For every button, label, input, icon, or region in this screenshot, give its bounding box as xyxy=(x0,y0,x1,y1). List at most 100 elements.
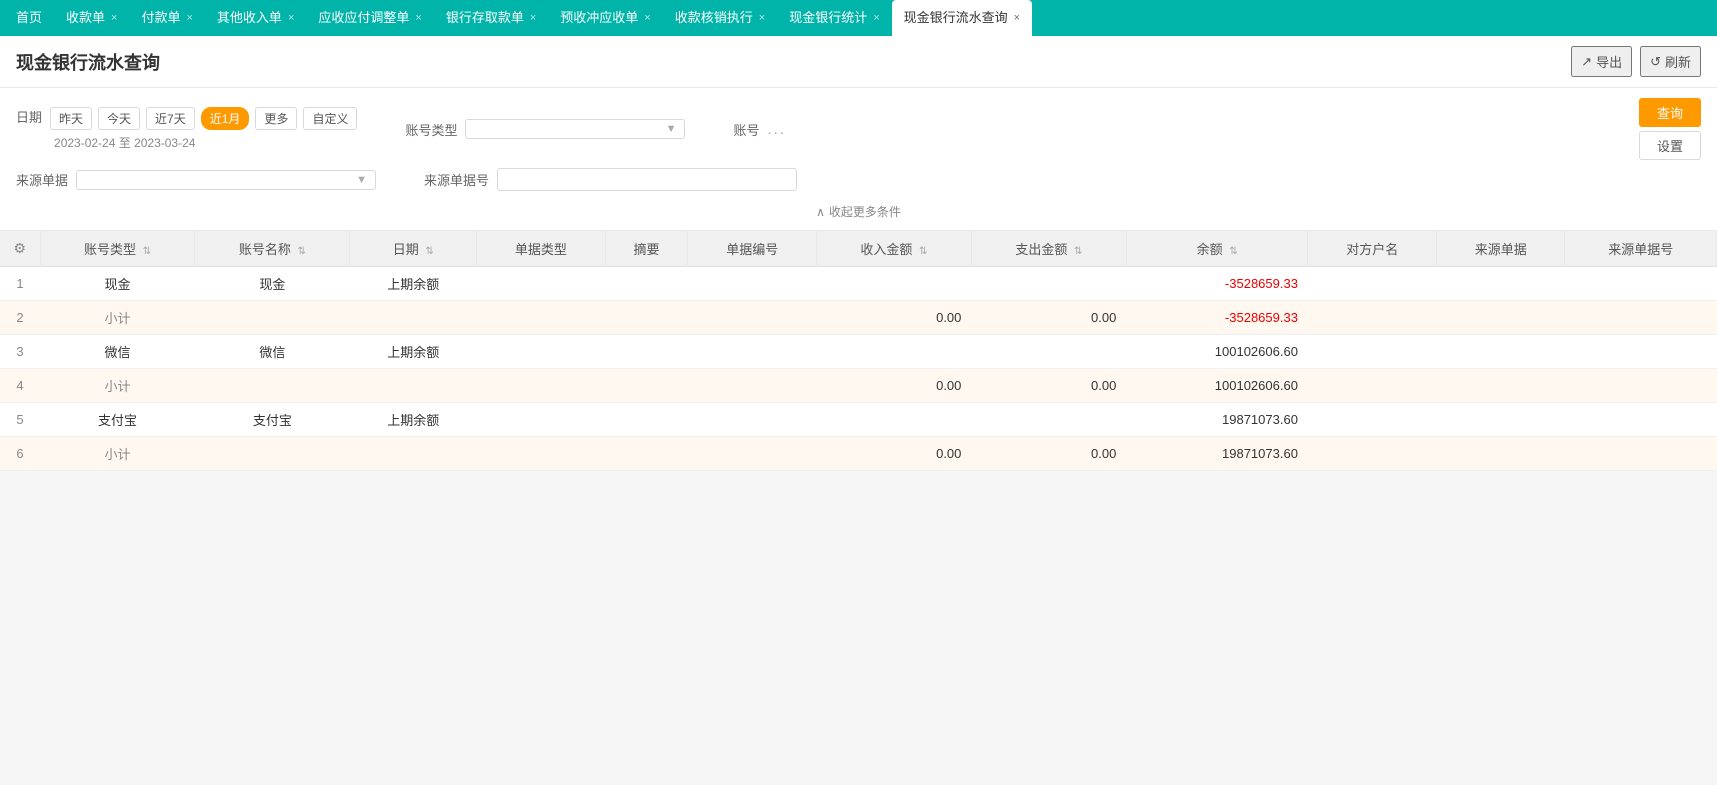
source-doc-no-input[interactable] xyxy=(497,168,797,191)
account-type-label: 账号类型 xyxy=(405,120,457,139)
col-source-doc-no: 来源单据号 xyxy=(1565,231,1717,267)
cell-summary xyxy=(605,335,688,369)
cell-account-type: 小计 xyxy=(40,437,195,471)
col-summary: 摘要 xyxy=(605,231,688,267)
date-filter-group: 日期 昨天 今天 近7天 近1月 更多 自定义 2023-02-24 至 202… xyxy=(16,107,357,151)
nav-verify[interactable]: 收款核销执行 × xyxy=(663,0,777,36)
col-income[interactable]: 收入金额 ⇅ xyxy=(816,231,971,267)
cell-income: 0.00 xyxy=(816,301,971,335)
nav-prepay[interactable]: 预收冲应收单 × xyxy=(548,0,662,36)
export-button[interactable]: ↗ 导出 xyxy=(1571,46,1632,77)
cell-account-type: 支付宝 xyxy=(40,403,195,437)
cell-date xyxy=(350,301,477,335)
cell-expense xyxy=(971,403,1126,437)
refresh-button[interactable]: ↺ 刷新 xyxy=(1640,46,1701,77)
date-btn-more[interactable]: 更多 xyxy=(255,107,297,130)
close-receipt-icon[interactable]: × xyxy=(111,0,117,36)
date-btn-7days[interactable]: 近7天 xyxy=(146,107,195,130)
collapse-up-icon: ∧ xyxy=(816,205,825,219)
sort-account-name-icon: ⇅ xyxy=(298,246,306,257)
nav-payment[interactable]: 付款单 × xyxy=(129,0,204,36)
collapse-bar[interactable]: ∧ 收起更多条件 xyxy=(16,199,1701,224)
settings-button[interactable]: 设置 xyxy=(1639,131,1701,160)
nav-home[interactable]: 首页 xyxy=(4,0,54,36)
col-balance[interactable]: 余额 ⇅ xyxy=(1126,231,1308,267)
nav-bank-stat[interactable]: 现金银行统计 × xyxy=(777,0,891,36)
col-expense[interactable]: 支出金额 ⇅ xyxy=(971,231,1126,267)
date-btn-yesterday[interactable]: 昨天 xyxy=(50,107,92,130)
close-bank-flow-icon[interactable]: × xyxy=(1014,0,1020,36)
cell-balance: 19871073.60 xyxy=(1126,437,1308,471)
source-doc-select[interactable]: ▼ xyxy=(76,170,376,190)
cell-income xyxy=(816,267,971,301)
query-button[interactable]: 查询 xyxy=(1639,98,1701,127)
cell-source-doc xyxy=(1436,403,1565,437)
cell-source-doc-no xyxy=(1565,267,1717,301)
refresh-icon: ↺ xyxy=(1650,54,1661,70)
close-other-income-icon[interactable]: × xyxy=(288,0,294,36)
cell-source-doc-no xyxy=(1565,403,1717,437)
account-type-arrow-icon: ▼ xyxy=(666,123,677,135)
cell-num: 3 xyxy=(0,335,40,369)
action-buttons: 查询 设置 xyxy=(1639,98,1701,160)
nav-receipt[interactable]: 收款单 × xyxy=(54,0,129,36)
cell-income: 0.00 xyxy=(816,369,971,403)
cell-account-name: 现金 xyxy=(195,267,350,301)
cell-doc-type xyxy=(477,301,606,335)
close-payment-icon[interactable]: × xyxy=(186,0,192,36)
cell-source-doc xyxy=(1436,369,1565,403)
col-account-name[interactable]: 账号名称 ⇅ xyxy=(195,231,350,267)
account-dots[interactable]: ... xyxy=(767,121,786,138)
close-bank-stat-icon[interactable]: × xyxy=(873,0,879,36)
cell-income xyxy=(816,403,971,437)
cell-account-type: 小计 xyxy=(40,369,195,403)
table-row: 6小计0.000.0019871073.60 xyxy=(0,437,1717,471)
date-btn-custom[interactable]: 自定义 xyxy=(303,107,357,130)
cell-num: 5 xyxy=(0,403,40,437)
cell-doc-type xyxy=(477,369,606,403)
cell-account-type: 现金 xyxy=(40,267,195,301)
date-btn-1month[interactable]: 近1月 xyxy=(201,107,250,130)
cell-doc-type xyxy=(477,437,606,471)
cell-summary xyxy=(605,403,688,437)
close-bank-deposit-icon[interactable]: × xyxy=(530,0,536,36)
cell-num: 1 xyxy=(0,267,40,301)
nav-adjustment[interactable]: 应收应付调整单 × xyxy=(306,0,433,36)
col-account-type[interactable]: 账号类型 ⇅ xyxy=(40,231,195,267)
date-btn-today[interactable]: 今天 xyxy=(98,107,140,130)
gear-icon[interactable]: ⚙ xyxy=(13,240,26,256)
sort-date-icon: ⇅ xyxy=(425,246,433,257)
close-adjustment-icon[interactable]: × xyxy=(415,0,421,36)
page-title: 现金银行流水查询 xyxy=(16,49,160,75)
cell-account-name xyxy=(195,437,350,471)
source-doc-no-filter: 来源单据号 xyxy=(424,168,797,191)
cell-date xyxy=(350,369,477,403)
filter-row-1: 日期 昨天 今天 近7天 近1月 更多 自定义 2023-02-24 至 202… xyxy=(16,98,1701,160)
cell-date: 上期余额 xyxy=(350,267,477,301)
close-prepay-icon[interactable]: × xyxy=(644,0,650,36)
page-header: 现金银行流水查询 ↗ 导出 ↺ 刷新 xyxy=(0,36,1717,88)
cell-source-doc xyxy=(1436,267,1565,301)
cell-doc-type xyxy=(477,267,606,301)
col-date[interactable]: 日期 ⇅ xyxy=(350,231,477,267)
table-header-row: ⚙ 账号类型 ⇅ 账号名称 ⇅ 日期 ⇅ 单据类型 摘要 单据编号 xyxy=(0,231,1717,267)
date-range: 2023-02-24 至 2023-03-24 xyxy=(54,134,357,151)
cell-expense xyxy=(971,267,1126,301)
nav-bank-deposit[interactable]: 银行存取款单 × xyxy=(434,0,548,36)
cell-balance: 19871073.60 xyxy=(1126,403,1308,437)
close-verify-icon[interactable]: × xyxy=(759,0,765,36)
cell-balance: 100102606.60 xyxy=(1126,335,1308,369)
cell-doc-type xyxy=(477,335,606,369)
cell-counterpart xyxy=(1308,437,1437,471)
cell-source-doc xyxy=(1436,437,1565,471)
account-type-select[interactable]: ▼ xyxy=(465,119,685,139)
nav-other-income[interactable]: 其他收入单 × xyxy=(205,0,306,36)
cell-counterpart xyxy=(1308,301,1437,335)
col-gear[interactable]: ⚙ xyxy=(0,231,40,267)
collapse-label: 收起更多条件 xyxy=(829,203,901,220)
cell-expense: 0.00 xyxy=(971,369,1126,403)
nav-bank-flow[interactable]: 现金银行流水查询 × xyxy=(892,0,1032,36)
cell-account-name: 微信 xyxy=(195,335,350,369)
cell-expense xyxy=(971,335,1126,369)
account-label: 账号 xyxy=(733,120,759,139)
